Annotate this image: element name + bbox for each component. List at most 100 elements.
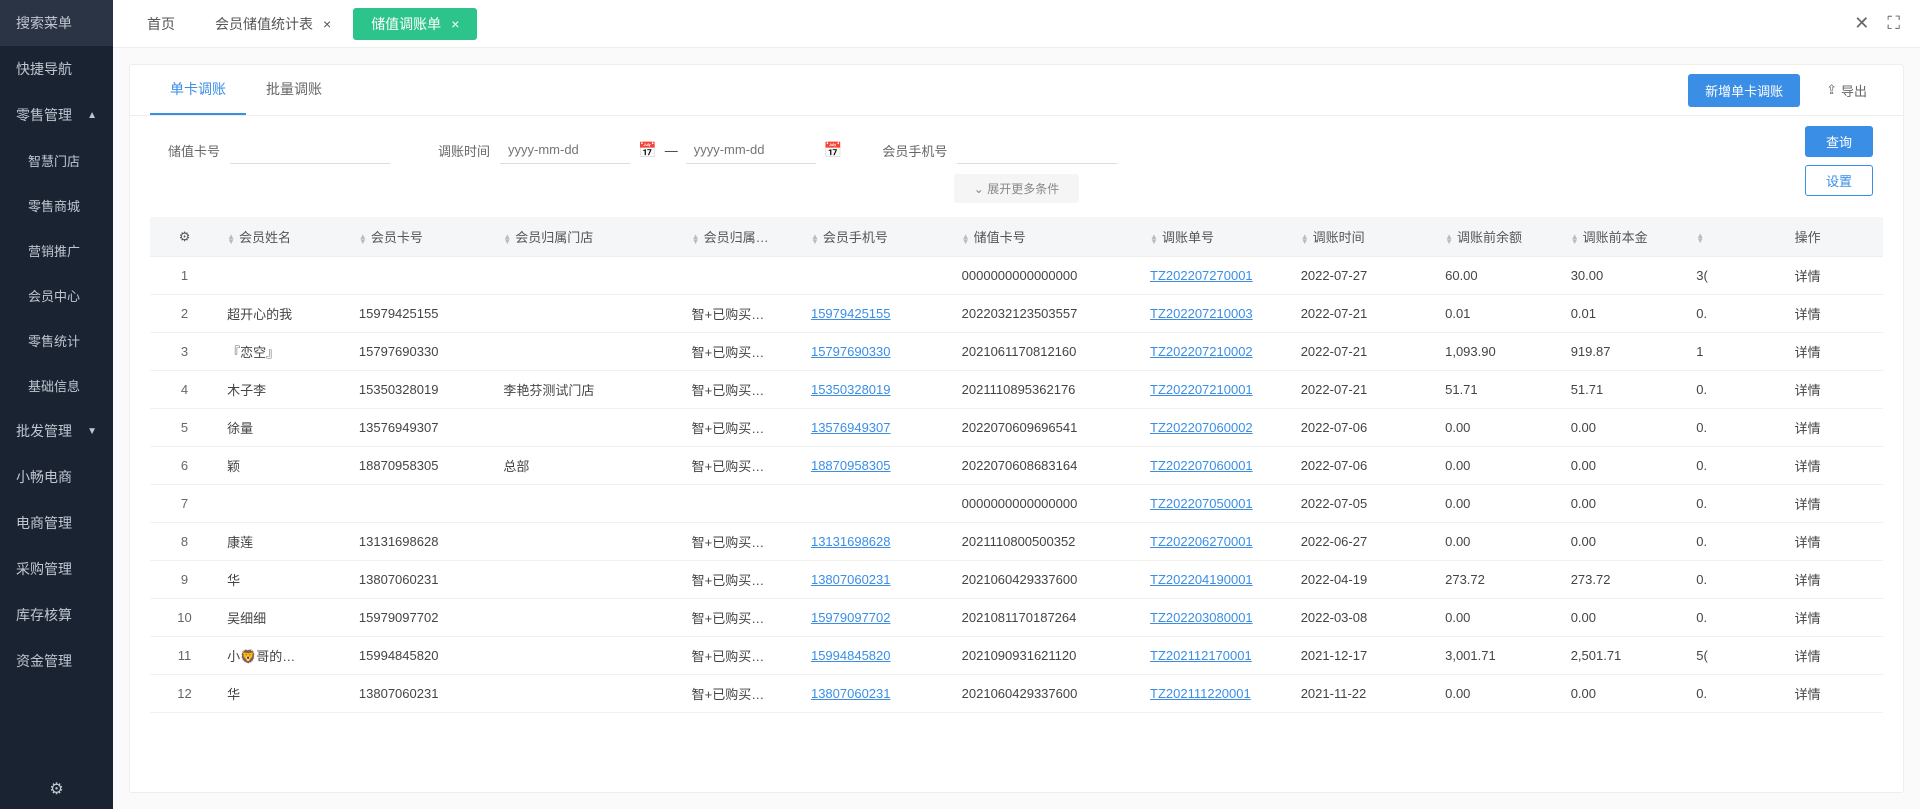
sort-icon[interactable]: ▲▼ (692, 234, 700, 244)
order-link[interactable]: TZ202207210001 (1150, 382, 1253, 397)
cell-order-no: TZ202207210003 (1142, 295, 1293, 333)
sort-icon[interactable]: ▲▼ (359, 234, 367, 244)
order-link[interactable]: TZ202207210002 (1150, 344, 1253, 359)
card-number-input[interactable] (230, 136, 390, 164)
order-link[interactable]: TZ202207210003 (1150, 306, 1253, 321)
detail-link[interactable]: 详情 (1795, 307, 1821, 322)
sort-icon[interactable]: ▲▼ (1571, 234, 1579, 244)
sidebar-sub-item[interactable]: 基础信息 (0, 363, 113, 408)
table-header[interactable]: ▲▼会员归属门店 (495, 217, 683, 257)
sidebar-sub-item[interactable]: 会员中心 (0, 273, 113, 318)
table-header[interactable]: ▲▼会员卡号 (351, 217, 495, 257)
detail-link[interactable]: 详情 (1795, 573, 1821, 588)
page-tab[interactable]: 会员储值统计表× (197, 8, 349, 40)
table-header[interactable]: ▲▼ (1688, 217, 1732, 257)
sidebar-section[interactable]: 零售管理▲ (0, 92, 113, 138)
order-link[interactable]: TZ202207050001 (1150, 496, 1253, 511)
sidebar-search[interactable]: 搜索菜单 (0, 0, 113, 46)
close-icon[interactable]: ✕ (1854, 13, 1869, 34)
sort-icon[interactable]: ▲▼ (1696, 233, 1704, 243)
calendar-icon[interactable]: 📅 (824, 141, 843, 159)
order-link[interactable]: TZ202207060002 (1150, 420, 1253, 435)
order-link[interactable]: TZ202204190001 (1150, 572, 1253, 587)
cell-store: 李艳芬测试门店 (495, 371, 683, 409)
sort-icon[interactable]: ▲▼ (227, 234, 235, 244)
sidebar-section[interactable]: 采购管理 (0, 546, 113, 592)
cell-store (495, 333, 683, 371)
order-link[interactable]: TZ202207270001 (1150, 268, 1253, 283)
date-to-input[interactable] (686, 136, 816, 164)
export-button[interactable]: ⇪ 导出 (1810, 75, 1883, 106)
inner-tab[interactable]: 单卡调账 (150, 65, 246, 115)
sort-icon[interactable]: ▲▼ (503, 234, 511, 244)
table-header[interactable]: ▲▼会员姓名 (219, 217, 351, 257)
tab-close-icon[interactable]: × (451, 16, 459, 32)
cell-action: 详情 (1732, 637, 1883, 675)
sidebar-section[interactable]: 电商管理 (0, 500, 113, 546)
table-header[interactable]: ▲▼调账单号 (1142, 217, 1293, 257)
table-header[interactable]: ▲▼调账时间 (1293, 217, 1437, 257)
fullscreen-icon[interactable]: ⛶ (1887, 13, 1900, 34)
phone-link[interactable]: 15797690330 (811, 344, 891, 359)
sidebar-sub-item[interactable]: 智慧门店 (0, 138, 113, 183)
detail-link[interactable]: 详情 (1795, 345, 1821, 360)
detail-link[interactable]: 详情 (1795, 611, 1821, 626)
table-header[interactable]: ▲▼调账前余额 (1437, 217, 1563, 257)
date-from-input[interactable] (500, 136, 630, 164)
detail-link[interactable]: 详情 (1795, 383, 1821, 398)
detail-link[interactable]: 详情 (1795, 535, 1821, 550)
sort-icon[interactable]: ▲▼ (811, 234, 819, 244)
phone-link[interactable]: 15979425155 (811, 306, 891, 321)
expand-conditions-button[interactable]: ⌄ 展开更多条件 (954, 174, 1079, 203)
sidebar-sub-item[interactable]: 零售统计 (0, 318, 113, 363)
tab-close-icon[interactable]: × (323, 16, 331, 32)
detail-link[interactable]: 详情 (1795, 687, 1821, 702)
order-link[interactable]: TZ202111220001 (1150, 686, 1251, 701)
new-single-adjust-button[interactable]: 新增单卡调账 (1688, 74, 1800, 107)
table-header[interactable]: ▲▼会员归属… (684, 217, 803, 257)
cell-time: 2021-12-17 (1293, 637, 1437, 675)
sidebar-sub-item[interactable]: 营销推广 (0, 228, 113, 273)
sort-icon[interactable]: ▲▼ (1150, 234, 1158, 244)
detail-link[interactable]: 详情 (1795, 459, 1821, 474)
detail-link[interactable]: 详情 (1795, 649, 1821, 664)
detail-link[interactable]: 详情 (1795, 269, 1821, 284)
detail-link[interactable]: 详情 (1795, 421, 1821, 436)
order-link[interactable]: TZ202112170001 (1150, 648, 1252, 663)
order-link[interactable]: TZ202206270001 (1150, 534, 1253, 549)
phone-link[interactable]: 13131698628 (811, 534, 891, 549)
sidebar-section[interactable]: 批发管理▼ (0, 408, 113, 454)
phone-link[interactable]: 15350328019 (811, 382, 891, 397)
gear-icon: ⚙ (49, 781, 63, 798)
phone-link[interactable]: 15994845820 (811, 648, 891, 663)
calendar-icon[interactable]: 📅 (638, 141, 657, 159)
table-header[interactable]: ▲▼调账前本金 (1563, 217, 1689, 257)
table-header[interactable]: ▲▼储值卡号 (954, 217, 1142, 257)
detail-link[interactable]: 详情 (1795, 497, 1821, 512)
order-link[interactable]: TZ202203080001 (1150, 610, 1253, 625)
phone-link[interactable]: 18870958305 (811, 458, 891, 473)
sidebar-section[interactable]: 库存核算 (0, 592, 113, 638)
sidebar-sub-item[interactable]: 零售商城 (0, 183, 113, 228)
cell-balance: 0.00 (1437, 523, 1563, 561)
page-tab[interactable]: 储值调账单× (353, 8, 477, 40)
inner-tab[interactable]: 批量调账 (246, 65, 342, 115)
phone-link[interactable]: 13807060231 (811, 686, 891, 701)
sidebar-section[interactable]: 资金管理 (0, 638, 113, 684)
table-header[interactable]: ▲▼会员手机号 (803, 217, 954, 257)
sidebar-quick-nav[interactable]: 快捷导航 (0, 46, 113, 92)
phone-link[interactable]: 13807060231 (811, 572, 891, 587)
settings-button[interactable]: 设置 (1805, 165, 1873, 196)
member-phone-input[interactable] (957, 136, 1117, 164)
sidebar-settings[interactable]: ⚙ (0, 769, 113, 809)
table-config-header[interactable]: ⚙ (150, 217, 219, 257)
sort-icon[interactable]: ▲▼ (1301, 234, 1309, 244)
sidebar-section[interactable]: 小畅电商 (0, 454, 113, 500)
sort-icon[interactable]: ▲▼ (1445, 234, 1453, 244)
sort-icon[interactable]: ▲▼ (962, 234, 970, 244)
query-button[interactable]: 查询 (1805, 126, 1873, 157)
phone-link[interactable]: 13576949307 (811, 420, 891, 435)
phone-link[interactable]: 15979097702 (811, 610, 891, 625)
page-tab[interactable]: 首页 (129, 8, 193, 40)
order-link[interactable]: TZ202207060001 (1150, 458, 1253, 473)
